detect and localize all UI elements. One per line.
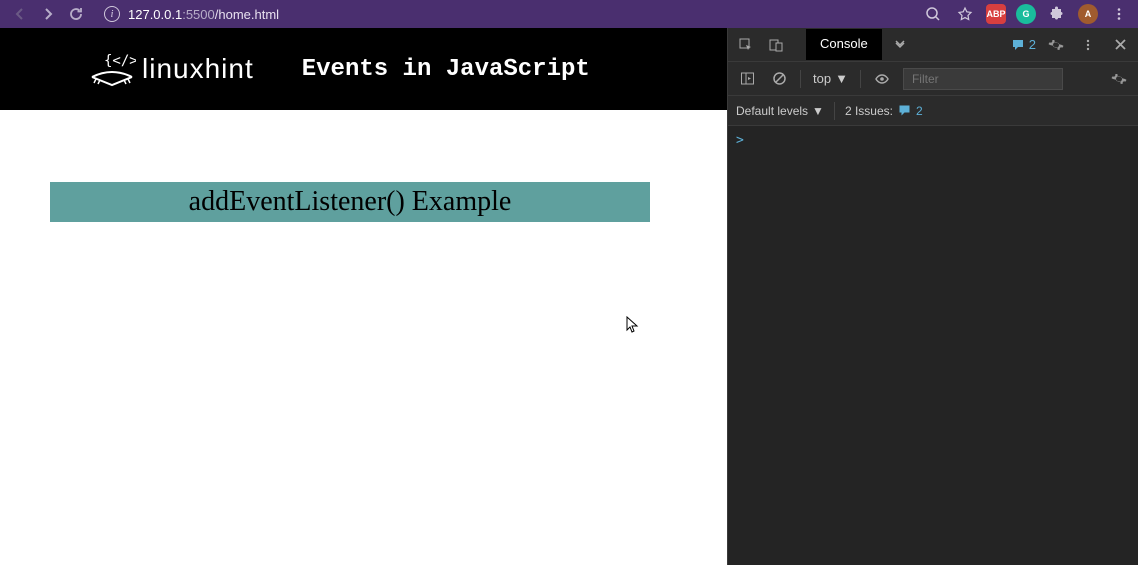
chevron-down-icon: ▼ [835,71,848,86]
device-toolbar-icon[interactable] [764,33,788,57]
inspect-element-icon[interactable] [734,33,758,57]
filter-input[interactable] [903,68,1063,90]
devtools-close-icon[interactable] [1108,33,1132,57]
chevron-down-icon: ▼ [812,104,824,118]
logo-text: linuxhint [142,53,254,85]
reload-button[interactable] [64,2,88,26]
extension-abp-icon[interactable]: ABP [986,4,1006,24]
live-expression-icon[interactable] [871,68,893,90]
devtools-settings-icon[interactable] [1044,33,1068,57]
linuxhint-logo: {</>} linuxhint [88,49,254,89]
extensions-puzzle-icon[interactable] [1046,3,1068,25]
page-viewport: {</>} linuxhint Events in JavaScript add… [0,28,727,565]
page-title: Events in JavaScript [302,56,590,83]
svg-text:{</>}: {</>} [104,53,136,69]
page-header: {</>} linuxhint Events in JavaScript [0,28,727,110]
issues-badge[interactable]: 2 Issues: 2 [845,104,923,118]
console-output[interactable]: > [728,126,1138,565]
kebab-menu-icon[interactable] [1108,3,1130,25]
back-button[interactable] [8,2,32,26]
extension-grammarly-icon[interactable]: G [1016,4,1036,24]
context-selector[interactable]: top ▼ [811,71,850,86]
logo-icon: {</>} [88,49,136,89]
site-info-icon[interactable]: i [104,6,120,22]
clear-console-icon[interactable] [768,68,790,90]
toggle-sidebar-icon[interactable] [736,68,758,90]
url-text: 127.0.0.1:5500/home.html [128,7,279,22]
zoom-icon[interactable] [922,3,944,25]
example-heading[interactable]: addEventListener() Example [50,182,650,222]
devtools-tabs: Console 2 [728,28,1138,62]
devtools-kebab-icon[interactable] [1076,33,1100,57]
more-tabs-icon[interactable] [888,33,912,57]
console-levels-bar: Default levels ▼ 2 Issues: 2 [728,96,1138,126]
profile-avatar-icon[interactable]: A [1078,4,1098,24]
tab-console[interactable]: Console [806,29,882,60]
console-settings-icon[interactable] [1108,68,1130,90]
bookmark-star-icon[interactable] [954,3,976,25]
browser-toolbar: i 127.0.0.1:5500/home.html ABP G A [0,0,1138,28]
messages-count: 2 [1029,37,1036,52]
devtools-panel: Console 2 [727,28,1138,565]
forward-button[interactable] [36,2,60,26]
messages-badge[interactable]: 2 [1011,37,1036,52]
console-toolbar: top ▼ [728,62,1138,96]
console-prompt: > [736,133,744,148]
log-levels-selector[interactable]: Default levels ▼ [736,104,824,118]
address-bar[interactable]: i 127.0.0.1:5500/home.html [104,6,922,22]
